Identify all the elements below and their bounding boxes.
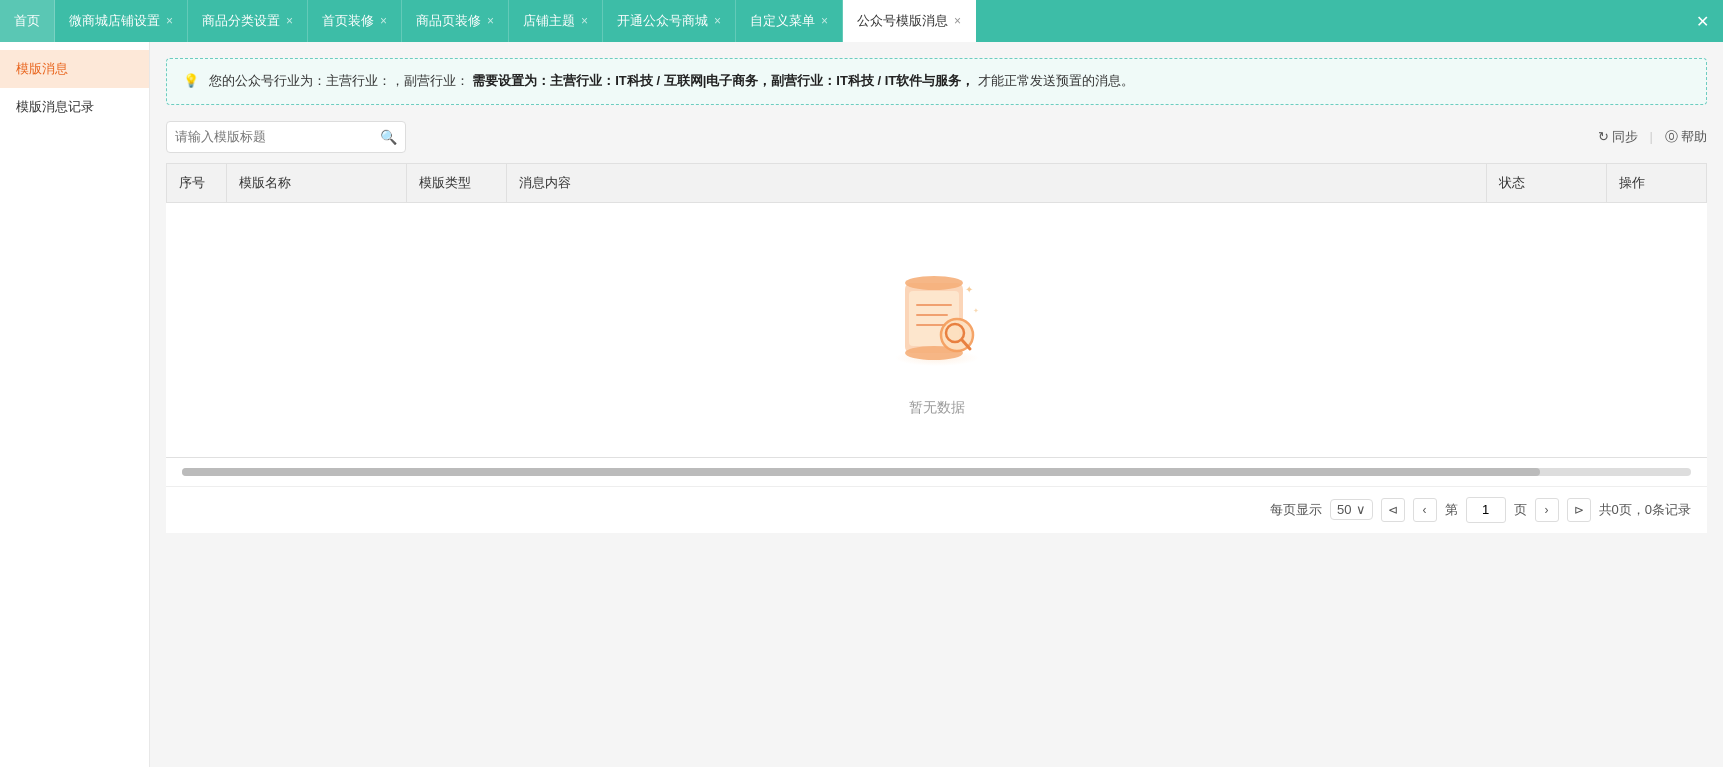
- sidebar-item-1[interactable]: 模版消息记录: [0, 88, 149, 126]
- nav-tab-4[interactable]: 商品页装修 ×: [402, 0, 509, 42]
- nav-tab-3[interactable]: 首页装修 ×: [308, 0, 402, 42]
- empty-illustration: ✦ ✦: [877, 263, 997, 383]
- bulb-icon: 💡: [183, 73, 199, 88]
- current-page-input[interactable]: [1466, 497, 1506, 523]
- nav-tab-close-2[interactable]: ×: [286, 14, 293, 28]
- table-header-5: 操作: [1607, 163, 1707, 202]
- nav-tab-5[interactable]: 店铺主题 ×: [509, 0, 603, 42]
- table-header-4: 状态: [1487, 163, 1607, 202]
- page-label-after: 页: [1514, 501, 1527, 519]
- info-text-after: 才能正常发送预置的消息。: [978, 73, 1134, 88]
- last-page-button[interactable]: ⊳: [1567, 498, 1591, 522]
- table-wrap: 序号模版名称模版类型消息内容状态操作: [166, 163, 1707, 486]
- page-size-value: 50: [1337, 502, 1351, 517]
- top-nav: 首页微商城店铺设置 ×商品分类设置 ×首页装修 ×商品页装修 ×店铺主题 ×开通…: [0, 0, 1723, 42]
- page-size-label: 每页显示: [1270, 501, 1322, 519]
- empty-text: 暂无数据: [909, 399, 965, 417]
- nav-tab-close-7[interactable]: ×: [821, 14, 828, 28]
- sync-button[interactable]: ↻ 同步: [1598, 128, 1638, 146]
- nav-tab-8[interactable]: 公众号模版消息 ×: [843, 0, 976, 42]
- table-header-1: 模版名称: [227, 163, 407, 202]
- help-button[interactable]: ⓪ 帮助: [1665, 128, 1707, 146]
- nav-tab-close-5[interactable]: ×: [581, 14, 588, 28]
- empty-state: ✦ ✦ 暂无数据: [166, 203, 1707, 457]
- nav-tab-close-4[interactable]: ×: [487, 14, 494, 28]
- toolbar-right: ↻ 同步 | ⓪ 帮助: [1598, 128, 1707, 146]
- sidebar-item-0[interactable]: 模版消息: [0, 50, 149, 88]
- table-header-2: 模版类型: [407, 163, 507, 202]
- info-text-before: 您的公众号行业为：主营行业：，副营行业：: [209, 73, 469, 88]
- info-highlight: 需要设置为：主营行业：IT科技 / 互联网|电子商务，副营行业：IT科技 / I…: [472, 73, 974, 88]
- search-input-wrap[interactable]: 🔍: [166, 121, 406, 153]
- sidebar: 模版消息模版消息记录: [0, 42, 150, 767]
- nav-tab-close-3[interactable]: ×: [380, 14, 387, 28]
- scrollbar-area[interactable]: [166, 457, 1707, 486]
- pagination: 每页显示 50 ∨ ⊲ ‹ 第 页 › ⊳ 共0页，0条记录: [166, 486, 1707, 533]
- data-table: 序号模版名称模版类型消息内容状态操作: [166, 163, 1707, 203]
- svg-point-3: [905, 276, 963, 290]
- page-label-before: 第: [1445, 501, 1458, 519]
- next-page-button[interactable]: ›: [1535, 498, 1559, 522]
- main-layout: 模版消息模版消息记录 💡 您的公众号行业为：主营行业：，副营行业： 需要设置为：…: [0, 42, 1723, 767]
- info-banner: 💡 您的公众号行业为：主营行业：，副营行业： 需要设置为：主营行业：IT科技 /…: [166, 58, 1707, 105]
- nav-tab-close-1[interactable]: ×: [166, 14, 173, 28]
- sync-label: 同步: [1612, 128, 1638, 146]
- nav-tab-2[interactable]: 商品分类设置 ×: [188, 0, 308, 42]
- search-input[interactable]: [175, 129, 380, 144]
- page-size-dropdown-icon: ∨: [1356, 502, 1366, 517]
- horizontal-scrollbar[interactable]: [182, 468, 1691, 476]
- content-area: 💡 您的公众号行业为：主营行业：，副营行业： 需要设置为：主营行业：IT科技 /…: [150, 42, 1723, 767]
- search-bar: 🔍 ↻ 同步 | ⓪ 帮助: [166, 121, 1707, 153]
- nav-tab-7[interactable]: 自定义菜单 ×: [736, 0, 843, 42]
- close-all-button[interactable]: ✕: [1682, 12, 1723, 31]
- help-icon: ⓪: [1665, 128, 1678, 146]
- help-label: 帮助: [1681, 128, 1707, 146]
- sync-icon: ↻: [1598, 129, 1609, 144]
- nav-tab-close-8[interactable]: ×: [954, 14, 961, 28]
- svg-text:✦: ✦: [965, 284, 973, 295]
- nav-tab-1[interactable]: 微商城店铺设置 ×: [55, 0, 188, 42]
- svg-text:✦: ✦: [973, 307, 979, 314]
- prev-page-button[interactable]: ‹: [1413, 498, 1437, 522]
- page-size-select[interactable]: 50 ∨: [1330, 499, 1372, 520]
- first-page-button[interactable]: ⊲: [1381, 498, 1405, 522]
- table-header-0: 序号: [167, 163, 227, 202]
- nav-tab-6[interactable]: 开通公众号商城 ×: [603, 0, 736, 42]
- toolbar-divider: |: [1650, 129, 1653, 144]
- table-header-3: 消息内容: [507, 163, 1487, 202]
- pagination-summary: 共0页，0条记录: [1599, 501, 1691, 519]
- nav-tab-0[interactable]: 首页: [0, 0, 55, 42]
- search-icon[interactable]: 🔍: [380, 129, 397, 145]
- nav-tab-close-6[interactable]: ×: [714, 14, 721, 28]
